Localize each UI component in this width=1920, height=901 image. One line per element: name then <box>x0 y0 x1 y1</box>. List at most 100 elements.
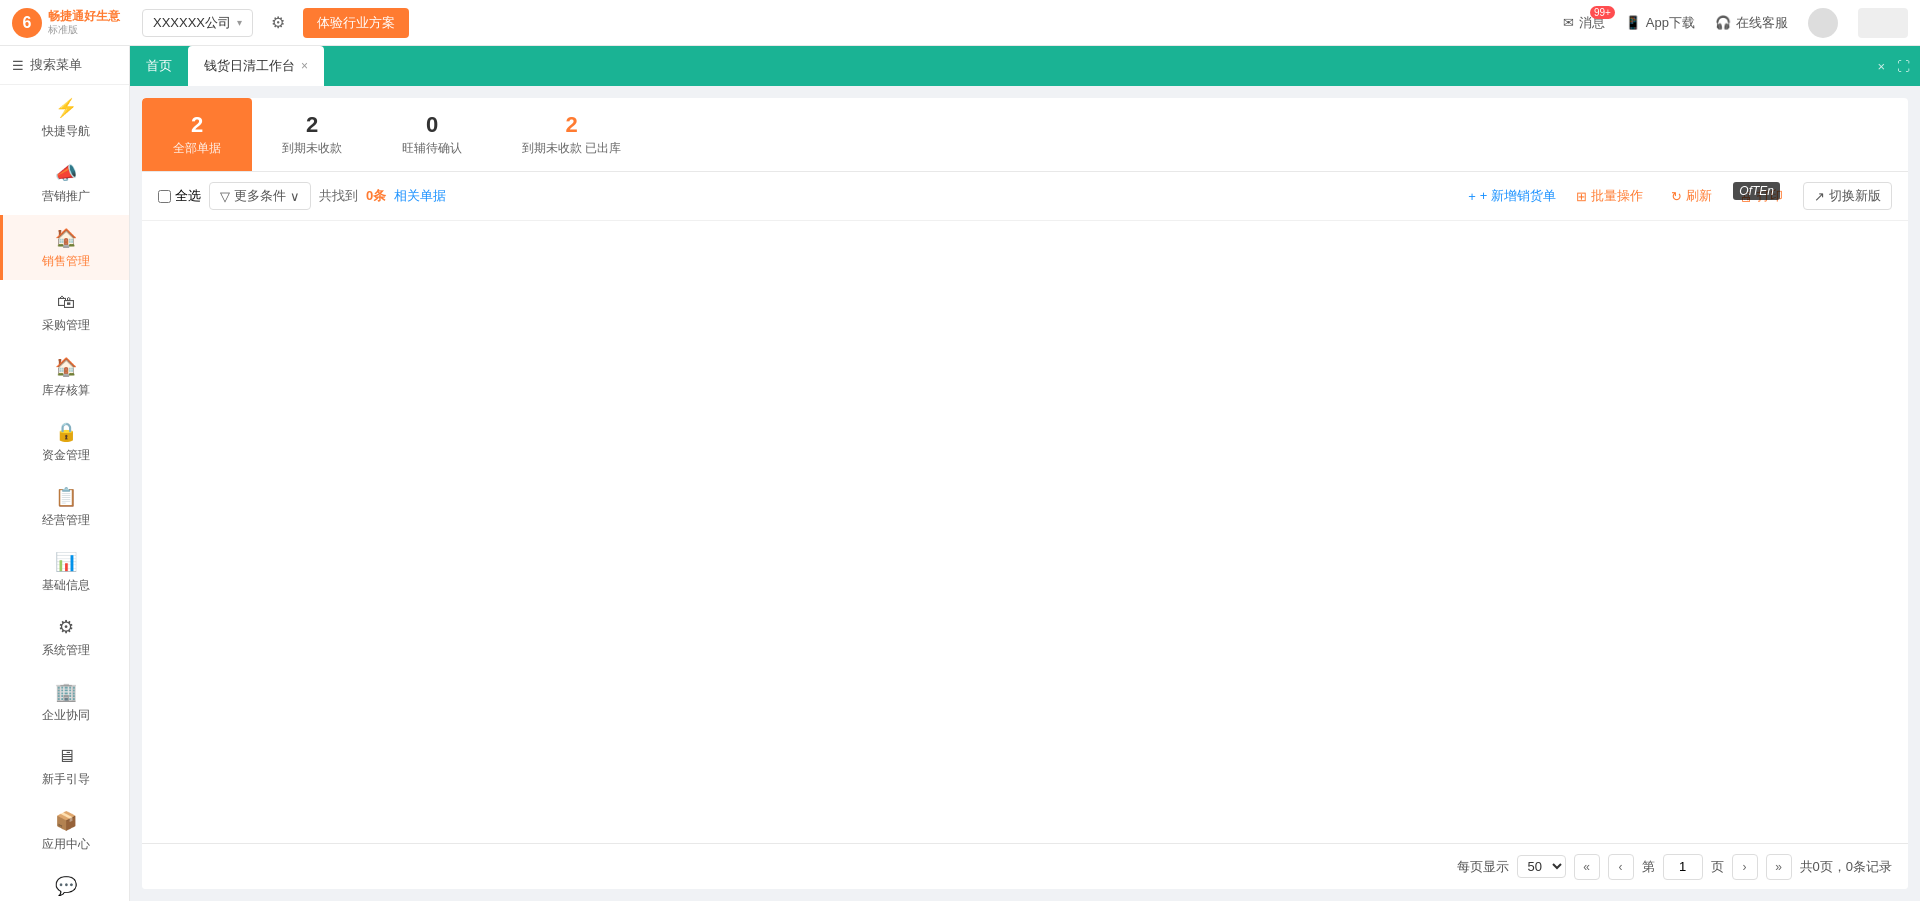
table-area <box>142 221 1908 843</box>
toolbar-left: 全选 ▽ 更多条件 ∨ 共找到 0条 相关单据 <box>158 182 446 210</box>
stat-label-2: 旺辅待确认 <box>402 140 462 157</box>
filter-arrow: ∨ <box>290 189 300 204</box>
page-content: 2 全部单据 2 到期未收款 0 旺辅待确认 2 到期未收款 已出库 <box>130 86 1920 901</box>
online-service-action[interactable]: 🎧 在线客服 <box>1715 14 1788 32</box>
batch-icon: ⊞ <box>1576 189 1587 204</box>
select-all-checkbox[interactable]: 全选 <box>158 187 201 205</box>
last-page-button[interactable]: » <box>1766 854 1792 880</box>
sidebar-item-beginner[interactable]: 🖥 新手引导 <box>0 734 129 798</box>
sidebar-label-beginner: 新手引导 <box>42 771 90 788</box>
app-download-action[interactable]: 📱 App下载 <box>1625 14 1695 32</box>
sidebar-item-wechat[interactable]: 💬 企业微信 <box>0 863 129 901</box>
page-input[interactable] <box>1663 854 1703 880</box>
sidebar-label-purchase: 采购管理 <box>42 317 90 334</box>
sidebar-item-sales[interactable]: 🏠 销售管理 <box>0 215 129 280</box>
sidebar-label-basic-info: 基础信息 <box>42 577 90 594</box>
prev-page-button[interactable]: ‹ <box>1608 854 1634 880</box>
stat-tab-3[interactable]: 2 到期未收款 已出库 <box>492 98 651 171</box>
next-page-button[interactable]: › <box>1732 854 1758 880</box>
total-label: 共0页，0条记录 <box>1800 858 1892 876</box>
window-close-icon[interactable]: × <box>1877 59 1885 74</box>
first-page-button[interactable]: « <box>1574 854 1600 880</box>
operations-icon: 📋 <box>55 486 77 508</box>
select-all-label: 全选 <box>175 187 201 205</box>
toolbar-right: + + 新增销货单 ⊞ 批量操作 ↻ 刷新 🖨 <box>1468 182 1892 210</box>
stat-label-1: 到期未收款 <box>282 140 342 157</box>
sidebar-item-quick-nav[interactable]: ⚡ 快捷导航 <box>0 85 129 150</box>
stat-tab-1[interactable]: 2 到期未收款 <box>252 98 372 171</box>
sidebar-item-enterprise[interactable]: 🏢 企业协同 <box>0 669 129 734</box>
filter-icon: ▽ <box>220 189 230 204</box>
sidebar-label-finance: 资金管理 <box>42 447 90 464</box>
sidebar-label-sales: 销售管理 <box>42 253 90 270</box>
stat-num-0: 2 <box>191 112 203 138</box>
trial-button[interactable]: 体验行业方案 <box>303 8 409 38</box>
sidebar-label-operations: 经营管理 <box>42 512 90 529</box>
sidebar-item-marketing[interactable]: 📣 营销推广 <box>0 150 129 215</box>
app-title: 畅捷通好生意 <box>48 9 120 23</box>
stat-tab-0[interactable]: 2 全部单据 <box>142 98 252 171</box>
sidebar-label-quick-nav: 快捷导航 <box>42 123 90 140</box>
inventory-icon: 🏠 <box>55 356 77 378</box>
top-header: 6 畅捷通好生意 标准版 XXXXXX公司 ▾ ⚙ 体验行业方案 ✉ 消息 99… <box>0 0 1920 46</box>
add-button[interactable]: + + 新增销货单 <box>1468 187 1556 205</box>
wechat-icon: 💬 <box>55 875 77 897</box>
finance-icon: 🔒 <box>55 421 77 443</box>
page-prefix: 第 <box>1642 858 1655 876</box>
logo-icon: 6 <box>12 8 42 38</box>
refresh-icon: ↻ <box>1671 189 1682 204</box>
tab-window-close[interactable]: × ⛶ <box>1867 59 1920 74</box>
per-page-label: 每页显示 <box>1457 858 1509 876</box>
toolbar: 全选 ▽ 更多条件 ∨ 共找到 0条 相关单据 + <box>142 172 1908 221</box>
new-version-label: 切换新版 <box>1829 187 1881 205</box>
add-label: + 新增销货单 <box>1480 187 1556 205</box>
stat-tab-2[interactable]: 0 旺辅待确认 <box>372 98 492 171</box>
enterprise-icon: 🏢 <box>55 681 77 703</box>
app-center-icon: 📦 <box>55 810 77 832</box>
refresh-button[interactable]: ↻ 刷新 <box>1663 183 1720 209</box>
tab-home-label: 首页 <box>146 57 172 75</box>
found-suffix[interactable]: 相关单据 <box>394 187 446 205</box>
window-max-icon[interactable]: ⛶ <box>1897 59 1910 74</box>
tab-current-label: 钱货日清工作台 <box>204 57 295 75</box>
search-icon: ☰ <box>12 58 24 73</box>
sidebar-item-operations[interactable]: 📋 经营管理 <box>0 474 129 539</box>
basic-info-icon: 📊 <box>55 551 77 573</box>
per-page-select[interactable]: 50 <box>1517 855 1566 878</box>
page-unit: 页 <box>1711 858 1724 876</box>
filter-button[interactable]: ▽ 更多条件 ∨ <box>209 182 311 210</box>
app-subtitle: 标准版 <box>48 24 120 36</box>
user-name-area[interactable] <box>1858 8 1908 38</box>
sidebar-item-system[interactable]: ⚙ 系统管理 <box>0 604 129 669</box>
select-all-input[interactable] <box>158 190 171 203</box>
main-layout: ☰ 搜索菜单 ⚡ 快捷导航 📣 营销推广 🏠 销售管理 🛍 采购管理 🏠 库存核… <box>0 46 1920 901</box>
sidebar: ☰ 搜索菜单 ⚡ 快捷导航 📣 营销推广 🏠 销售管理 🛍 采购管理 🏠 库存核… <box>0 46 130 901</box>
logo-area: 6 畅捷通好生意 标准版 <box>12 8 142 38</box>
sidebar-label-system: 系统管理 <box>42 642 90 659</box>
search-label: 搜索菜单 <box>30 56 82 74</box>
sidebar-item-app-center[interactable]: 📦 应用中心 <box>0 798 129 863</box>
often-badge: OfTEn <box>1733 182 1780 200</box>
sidebar-item-basic-info[interactable]: 📊 基础信息 <box>0 539 129 604</box>
sidebar-search[interactable]: ☰ 搜索菜单 <box>0 46 129 85</box>
stat-num-2: 0 <box>426 112 438 138</box>
message-action[interactable]: ✉ 消息 99+ <box>1563 14 1605 32</box>
settings-button[interactable]: ⚙ <box>263 8 293 38</box>
sidebar-item-purchase[interactable]: 🛍 采购管理 <box>0 280 129 344</box>
company-selector[interactable]: XXXXXX公司 ▾ <box>142 9 253 37</box>
sidebar-label-app-center: 应用中心 <box>42 836 90 853</box>
stat-label-0: 全部单据 <box>173 140 221 157</box>
user-avatar[interactable] <box>1808 8 1838 38</box>
batch-button[interactable]: ⊞ 批量操作 <box>1568 183 1651 209</box>
sidebar-item-finance[interactable]: 🔒 资金管理 <box>0 409 129 474</box>
stat-num-3: 2 <box>566 112 578 138</box>
tab-current[interactable]: 钱货日清工作台 × <box>188 46 324 86</box>
tab-home[interactable]: 首页 <box>130 46 188 86</box>
sidebar-item-inventory[interactable]: 🏠 库存核算 <box>0 344 129 409</box>
tab-close-icon[interactable]: × <box>301 59 308 73</box>
logo-text: 畅捷通好生意 标准版 <box>48 9 120 35</box>
purchase-icon: 🛍 <box>57 292 75 313</box>
marketing-icon: 📣 <box>55 162 77 184</box>
stat-num-1: 2 <box>306 112 318 138</box>
new-version-button[interactable]: ↗ 切换新版 <box>1803 182 1892 210</box>
